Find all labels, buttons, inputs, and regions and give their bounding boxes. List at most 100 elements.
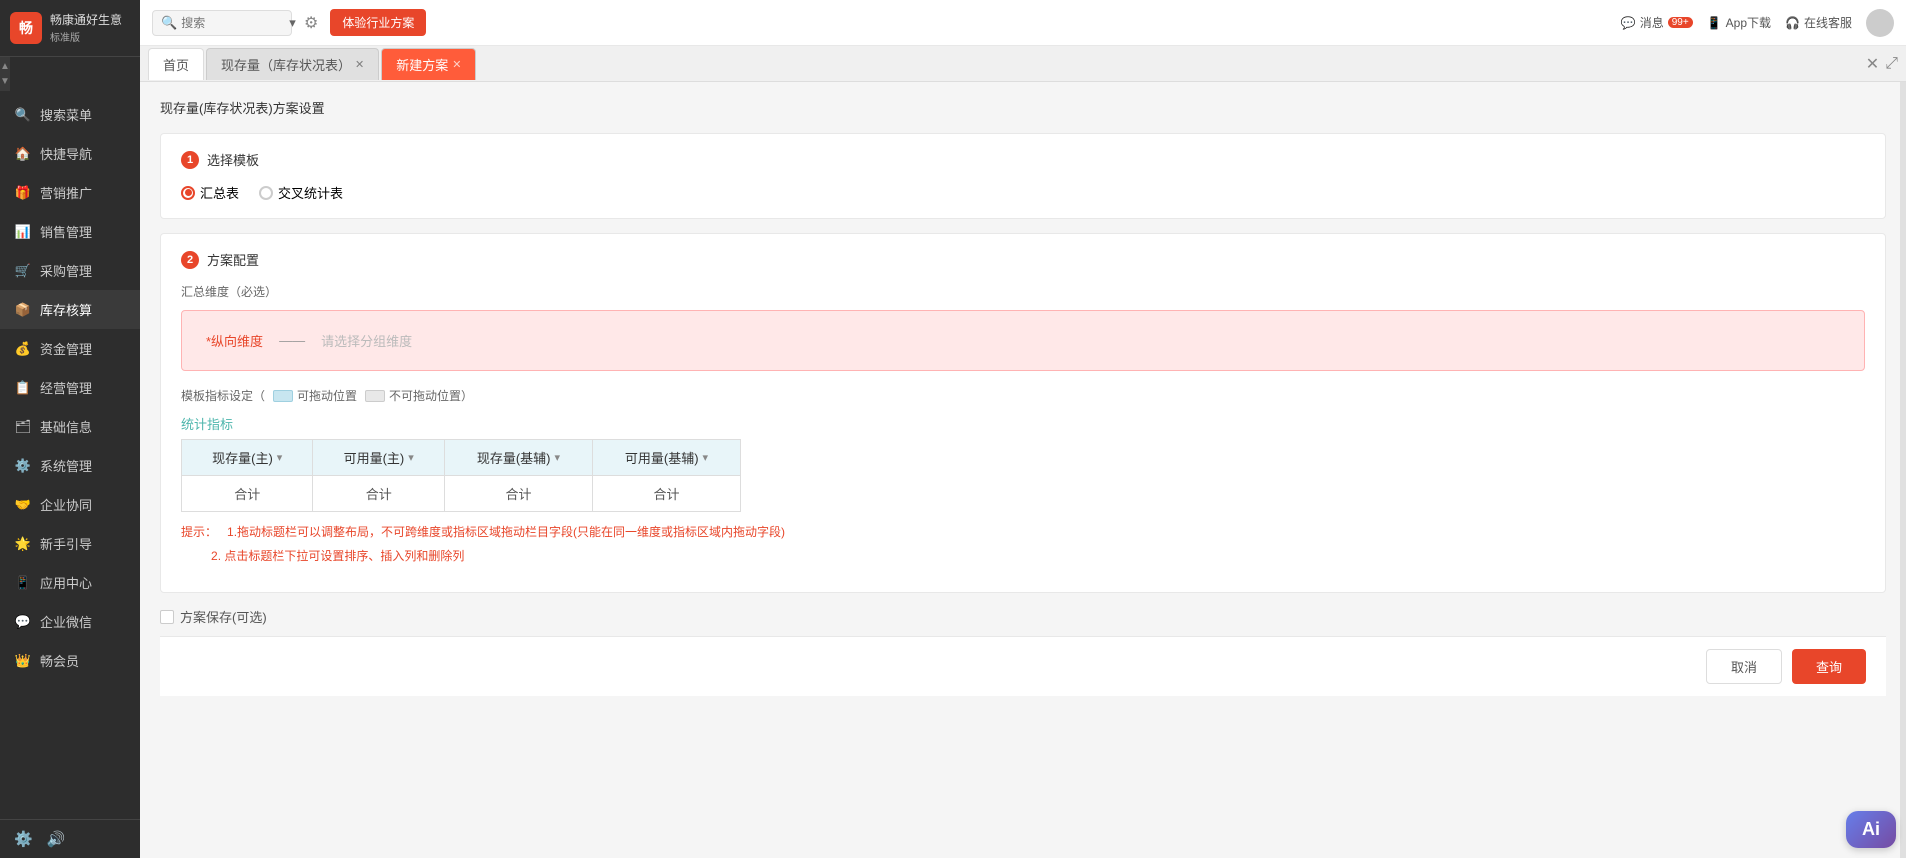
- dimension-box[interactable]: *纵向维度 —— 请选择分组维度: [181, 310, 1865, 371]
- chevron-available-aux-icon[interactable]: ▾: [703, 451, 709, 464]
- sidebar-item-inventory[interactable]: 📦 库存核算: [0, 290, 140, 329]
- section-plan-config: 2 方案配置 汇总维度（必选） *纵向维度 —— 请选择分组维度 模板指标设定（…: [160, 233, 1886, 593]
- query-button[interactable]: 查询: [1792, 649, 1866, 684]
- home-tab-label: 首页: [163, 55, 189, 74]
- topbar: 🔍 ▾ ⚙ 体验行业方案 💬 消息 99+ 📱 App下载 🎧 在线客服: [140, 0, 1906, 46]
- tab-inventory-status[interactable]: 现存量（库存状况表） ✕: [206, 48, 379, 80]
- resize-handle[interactable]: [1900, 82, 1906, 858]
- system-icon: ⚙️: [14, 457, 32, 475]
- sidebar-item-enterprise-wechat[interactable]: 💬 企业微信: [0, 602, 140, 641]
- col-header-available-main[interactable]: 可用量(主) ▾: [313, 440, 444, 476]
- col-header-available-aux[interactable]: 可用量(基辅) ▾: [592, 440, 740, 476]
- legend-not-draggable-box: [365, 390, 385, 402]
- app-download-item[interactable]: 📱 App下载: [1707, 14, 1771, 31]
- user-avatar[interactable]: [1866, 9, 1894, 37]
- tab-new-plan[interactable]: 新建方案 ✕: [381, 48, 476, 80]
- sidebar-item-search-menu[interactable]: 🔍 搜索菜单: [0, 95, 140, 134]
- sidebar-item-sales[interactable]: 📊 销售管理: [0, 212, 140, 251]
- scroll-down-btn[interactable]: ▼: [0, 74, 12, 89]
- sidebar: 畅 畅康通好生意 标准版 ▲ ▼ 🔍 搜索菜单 🏠 快捷导航 🎁 营销推广 📊 …: [0, 0, 140, 858]
- sidebar-menu: 🔍 搜索菜单 🏠 快捷导航 🎁 营销推广 📊 销售管理 🛒 采购管理 📦 库存核…: [0, 91, 140, 819]
- topbar-search[interactable]: 🔍 ▾: [152, 10, 292, 36]
- save-option-label: 方案保存(可选): [180, 607, 267, 626]
- cell-row1-col4: 合计: [592, 476, 740, 512]
- tabs-actions: ✕ ⤢: [1866, 54, 1898, 74]
- enterprise-icon: 🤝: [14, 496, 32, 514]
- search-input[interactable]: [181, 16, 281, 30]
- sidebar-item-marketing[interactable]: 🎁 营销推广: [0, 173, 140, 212]
- radio-summary-table[interactable]: 汇总表: [181, 183, 239, 202]
- aggregate-label: 汇总维度（必选）: [181, 283, 1865, 300]
- section1-header: 1 选择模板: [181, 150, 1865, 169]
- settings-icon[interactable]: ⚙: [304, 13, 318, 33]
- tab-home[interactable]: 首页: [148, 48, 204, 80]
- section-template: 1 选择模板 汇总表 交叉统计表: [160, 133, 1886, 219]
- scroll-up-btn[interactable]: ▲: [0, 59, 12, 74]
- tab-inventory-close-icon[interactable]: ✕: [355, 58, 364, 71]
- tab-new-plan-close-icon[interactable]: ✕: [452, 58, 461, 71]
- tip-item-2: 2. 点击标题栏下拉可设置排序、插入列和删除列: [181, 544, 1865, 568]
- tabs-bar: 首页 现存量（库存状况表） ✕ 新建方案 ✕ ✕ ⤢: [140, 46, 1906, 82]
- sidebar-item-member[interactable]: 👑 畅会员: [0, 641, 140, 680]
- chevron-available-main-icon[interactable]: ▾: [408, 451, 414, 464]
- customer-service-item[interactable]: 🎧 在线客服: [1785, 14, 1852, 31]
- search-icon: 🔍: [161, 15, 177, 31]
- sidebar-logo: 畅 畅康通好生意 标准版: [0, 0, 140, 57]
- save-option-row[interactable]: 方案保存(可选): [160, 607, 1886, 626]
- message-item[interactable]: 💬 消息 99+: [1621, 14, 1693, 31]
- section2-title: 方案配置: [207, 250, 259, 269]
- chevron-current-main-icon[interactable]: ▾: [277, 451, 283, 464]
- sidebar-item-enterprise[interactable]: 🤝 企业协同: [0, 485, 140, 524]
- section2-number: 2: [181, 251, 199, 269]
- phone-icon: 📱: [1707, 16, 1722, 30]
- cell-row1-col1: 合计: [182, 476, 313, 512]
- radio-summary-circle: [181, 186, 195, 200]
- sound-footer-icon[interactable]: 🔊: [47, 830, 66, 848]
- dimension-placeholder: 请选择分组维度: [321, 331, 412, 350]
- sidebar-scrollbar[interactable]: ▲ ▼: [0, 57, 10, 91]
- tab-expand-button[interactable]: ⤢: [1885, 54, 1898, 74]
- tip-item-1: 1.拖动标题栏可以调整布局，不可跨维度或指标区域拖动栏目字段(只能在同一维度或指…: [227, 525, 785, 539]
- template-options: 汇总表 交叉统计表: [181, 183, 1865, 202]
- new-guide-icon: 🌟: [14, 535, 32, 553]
- base-info-icon: 🗂: [14, 418, 32, 436]
- sidebar-item-purchase[interactable]: 🛒 采购管理: [0, 251, 140, 290]
- operations-icon: 📋: [14, 379, 32, 397]
- sidebar-item-new-guide[interactable]: 🌟 新手引导: [0, 524, 140, 563]
- indicators-label-text: 模板指标设定（: [181, 387, 265, 404]
- section2-header: 2 方案配置: [181, 250, 1865, 269]
- trial-button[interactable]: 体验行业方案: [330, 9, 426, 36]
- sidebar-item-base-info[interactable]: 🗂 基础信息: [0, 407, 140, 446]
- cancel-button[interactable]: 取消: [1706, 649, 1782, 684]
- legend-draggable-box: [273, 390, 293, 402]
- chevron-current-aux-icon[interactable]: ▾: [555, 451, 561, 464]
- ai-badge[interactable]: Ai: [1846, 811, 1896, 848]
- marketing-icon: 🎁: [14, 184, 32, 202]
- save-checkbox[interactable]: [160, 610, 174, 624]
- tab-collapse-button[interactable]: ✕: [1866, 54, 1879, 74]
- purchase-icon: 🛒: [14, 262, 32, 280]
- enterprise-wechat-icon: 💬: [14, 613, 32, 631]
- section1-number: 1: [181, 151, 199, 169]
- radio-cross-circle: [259, 186, 273, 200]
- sidebar-footer: ⚙️ 🔊: [0, 819, 140, 858]
- settings-footer-icon[interactable]: ⚙️: [14, 830, 33, 848]
- col-header-current-aux[interactable]: 现存量(基辅) ▾: [444, 440, 592, 476]
- col-header-current-main[interactable]: 现存量(主) ▾: [182, 440, 313, 476]
- member-icon: 👑: [14, 652, 32, 670]
- tip-title: 提示： 1.拖动标题栏可以调整布局，不可跨维度或指标区域拖动栏目字段(只能在同一…: [181, 520, 1865, 544]
- table-row: 合计 合计 合计 合计: [182, 476, 741, 512]
- sidebar-item-finance[interactable]: 💰 资金管理: [0, 329, 140, 368]
- sidebar-item-app-center[interactable]: 📱 应用中心: [0, 563, 140, 602]
- radio-cross-table[interactable]: 交叉统计表: [259, 183, 343, 202]
- dimension-required: *纵向维度: [206, 331, 263, 350]
- search-menu-icon: 🔍: [14, 106, 32, 124]
- sidebar-item-quick-nav[interactable]: 🏠 快捷导航: [0, 134, 140, 173]
- sidebar-item-operations[interactable]: 📋 经营管理: [0, 368, 140, 407]
- cell-row1-col3: 合计: [444, 476, 592, 512]
- legend-not-draggable-item: 不可拖动位置）: [365, 387, 473, 404]
- search-dropdown-icon[interactable]: ▾: [289, 15, 296, 31]
- sidebar-item-system[interactable]: ⚙️ 系统管理: [0, 446, 140, 485]
- app-logo-text: 畅康通好生意 标准版: [50, 12, 122, 44]
- section1-title: 选择模板: [207, 150, 259, 169]
